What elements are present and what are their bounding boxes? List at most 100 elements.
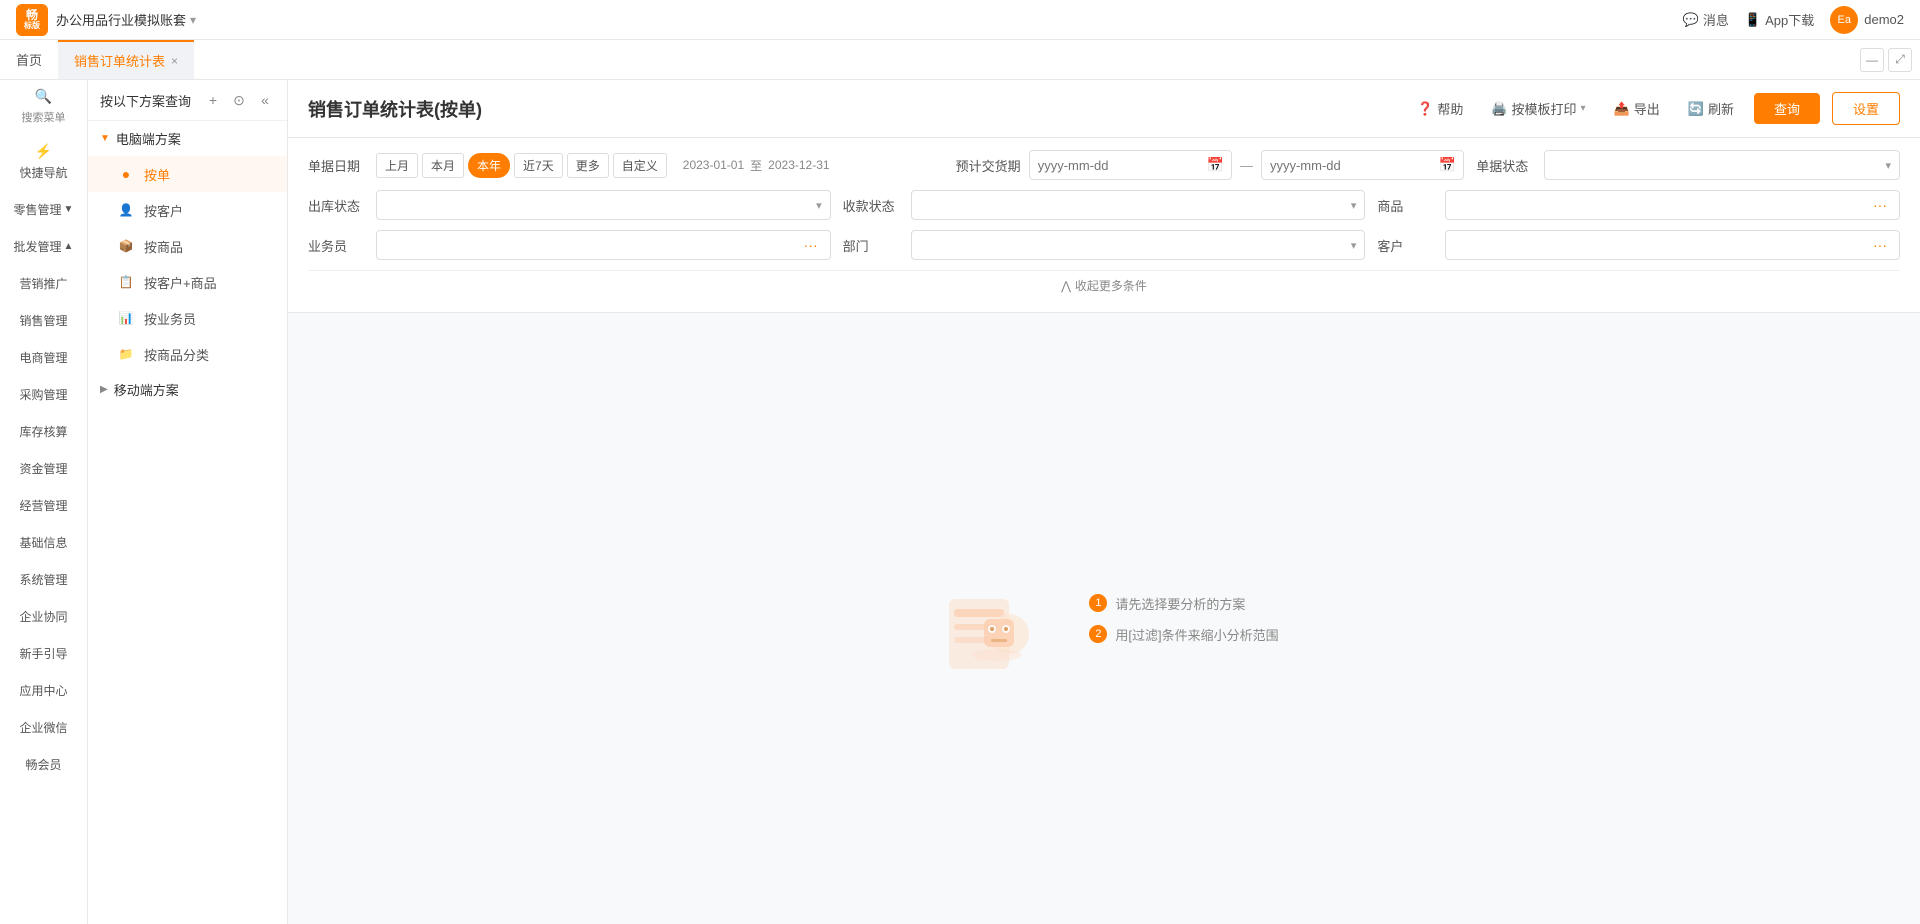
by-category-icon: 📁 [116,344,136,364]
empty-hint-1: 1 请先选择要分析的方案 [1089,594,1278,613]
sidebar-item-marketing[interactable]: 营销推广 [0,265,87,302]
export-btn[interactable]: 📤 导出 [1606,95,1668,122]
add-scheme-btn[interactable]: + [203,90,223,110]
by-order-icon: ● [116,164,136,184]
customer-more-icon[interactable]: ··· [1869,237,1891,253]
scheme-item-by-customer[interactable]: 👤 按客户 [88,192,287,228]
customer-label: 客户 [1377,236,1437,255]
search-btn[interactable]: 查询 [1754,93,1820,124]
page-header: 销售订单统计表(按单) ❓ 帮助 🖨️ 按模板打印 ▾ 📤 导出 [288,80,1920,138]
scheme-item-by-order[interactable]: ● 按单 [88,156,287,192]
scheme-item-by-cust-prod[interactable]: 📋 按客户+商品 [88,264,287,300]
hint-num-2: 2 [1089,625,1107,643]
date-btn-this-year[interactable]: 本年 [468,153,510,178]
sidebar-item-sales[interactable]: 销售管理 [0,302,87,339]
sidebar-item-wholesale[interactable]: 批发管理 ▲ [0,228,87,265]
scheme-item-by-category[interactable]: 📁 按商品分类 [88,336,287,372]
message-btn[interactable]: 💬 消息 [1683,10,1729,29]
filter-row-3: 业务员 ··· 部门 ▾ 客户 [308,230,1900,260]
sidebar-quicknav[interactable]: ⚡ 快捷导航 [0,133,87,191]
sidebar-item-appcenter[interactable]: 应用中心 [0,672,87,709]
scheme-group-pc: ▼ 电脑端方案 ● 按单 👤 按客户 📦 按商品 [88,121,287,372]
ship-status-section: 出库状态 ▾ [308,190,831,220]
scheme-settings-btn[interactable]: ⊙ [229,90,249,110]
dept-select[interactable]: ▾ [911,230,1366,260]
sidebar-item-corpwx[interactable]: 企业微信 [0,709,87,746]
left-panel-header: 按以下方案查询 + ⊙ « [88,80,287,121]
sidebar-search[interactable]: 🔍 搜索菜单 [0,80,87,133]
product-select[interactable]: ··· [1445,190,1900,220]
dropdown-icon: ▾ [190,13,196,27]
scheme-group-pc-header[interactable]: ▼ 电脑端方案 [88,121,287,156]
date-from-input[interactable] [1029,150,1232,180]
help-btn[interactable]: ❓ 帮助 [1409,95,1471,122]
salesman-select[interactable]: ··· [376,230,831,260]
topbar-right: 💬 消息 📱 App下载 Ea demo2 [1683,6,1904,34]
expected-date-section: 预计交货期 📅 — 📅 [956,150,1465,180]
tab-maximize-btn[interactable]: ⤢ [1888,48,1912,72]
cal-from-icon[interactable]: 📅 [1207,157,1224,174]
sidebar-item-member[interactable]: 畅会员 [0,746,87,783]
sidebar-item-ecommerce[interactable]: 电商管理 [0,339,87,376]
by-product-icon: 📦 [116,236,136,256]
sidebar-item-system[interactable]: 系统管理 [0,561,87,598]
bill-status-select[interactable]: ▾ [1544,150,1900,180]
collapse-filter-btn[interactable]: ⋀ 收起更多条件 [308,270,1900,300]
sidebar-item-retail[interactable]: 零售管理 ▼ [0,191,87,228]
sidebar-item-basic[interactable]: 基础信息 [0,524,87,561]
customer-select[interactable]: ··· [1445,230,1900,260]
date-btn-last-month[interactable]: 上月 [376,153,418,178]
topbar-left: 畅 标版 办公用品行业模拟账套 ▾ [16,4,196,36]
ship-status-label: 出库状态 [308,196,368,215]
bill-status-section: 单据状态 ▾ [1476,150,1900,180]
filter-row-2: 出库状态 ▾ 收款状态 ▾ 商品 [308,190,1900,220]
retail-arrow-icon: ▼ [64,204,74,215]
sidebar-item-finance[interactable]: 资金管理 [0,450,87,487]
date-btn-custom[interactable]: 自定义 [613,153,667,178]
sidebar-item-inventory[interactable]: 库存核算 [0,413,87,450]
refresh-btn[interactable]: 🔄 刷新 [1680,95,1742,122]
tabbar: 首页 销售订单统计表 × — ⤢ [0,40,1920,80]
date-btn-this-month[interactable]: 本月 [422,153,464,178]
search-icon: 🔍 [35,88,52,105]
scheme-item-by-salesman[interactable]: 📊 按业务员 [88,300,287,336]
sidebar-item-enterprise[interactable]: 企业协同 [0,598,87,635]
collapse-up-icon: ⋀ [1061,279,1071,293]
by-salesman-icon: 📊 [116,308,136,328]
cal-to-icon[interactable]: 📅 [1439,157,1456,174]
print-dropdown-icon: ▾ [1581,103,1586,114]
pay-status-select[interactable]: ▾ [911,190,1366,220]
sidebar: 🔍 搜索菜单 ⚡ 快捷导航 零售管理 ▼ 批发管理 ▲ 营销推广 销售管理 电商… [0,80,88,924]
settings-btn[interactable]: 设置 [1832,92,1900,125]
scheme-group-mobile-header[interactable]: ▶ 移动端方案 [88,372,287,407]
date-range-display: 2023-01-01 至 2023-12-31 [683,157,830,174]
sidebar-item-operations[interactable]: 经营管理 [0,487,87,524]
tab-sales-order[interactable]: 销售订单统计表 × [58,40,194,79]
product-more-icon[interactable]: ··· [1869,197,1891,213]
hint-num-1: 1 [1089,594,1107,612]
app-download-btn[interactable]: 📱 App下载 [1745,10,1814,29]
sidebar-item-purchase[interactable]: 采购管理 [0,376,87,413]
content-area: 按以下方案查询 + ⊙ « ▼ 电脑端方案 ● 按单 [88,80,1920,924]
date-btn-7days[interactable]: 近7天 [514,153,563,178]
bill-date-section: 单据日期 上月 本月 本年 近7天 更多 自定义 2023-01-01 至 [308,153,944,178]
tab-home[interactable]: 首页 [0,40,58,79]
pay-status-label: 收款状态 [843,196,903,215]
tab-minimize-btn[interactable]: — [1860,48,1884,72]
scheme-item-by-product[interactable]: 📦 按商品 [88,228,287,264]
date-btn-more[interactable]: 更多 [567,153,609,178]
ship-status-select[interactable]: ▾ [376,190,831,220]
company-selector[interactable]: 办公用品行业模拟账套 ▾ [56,10,196,29]
print-btn[interactable]: 🖨️ 按模板打印 ▾ [1483,95,1593,122]
salesman-section: 业务员 ··· [308,230,831,260]
sidebar-item-guide[interactable]: 新手引导 [0,635,87,672]
bill-status-label: 单据状态 [1476,156,1536,175]
salesman-more-icon[interactable]: ··· [800,237,822,253]
date-to-input[interactable] [1261,150,1464,180]
left-panel: 按以下方案查询 + ⊙ « ▼ 电脑端方案 ● 按单 [88,80,288,924]
ship-status-arrow-icon: ▾ [816,199,822,212]
tab-close-btn[interactable]: × [171,54,178,68]
scheme-group-mobile: ▶ 移动端方案 [88,372,287,407]
collapse-panel-btn[interactable]: « [255,90,275,110]
user-menu[interactable]: Ea demo2 [1830,6,1904,34]
